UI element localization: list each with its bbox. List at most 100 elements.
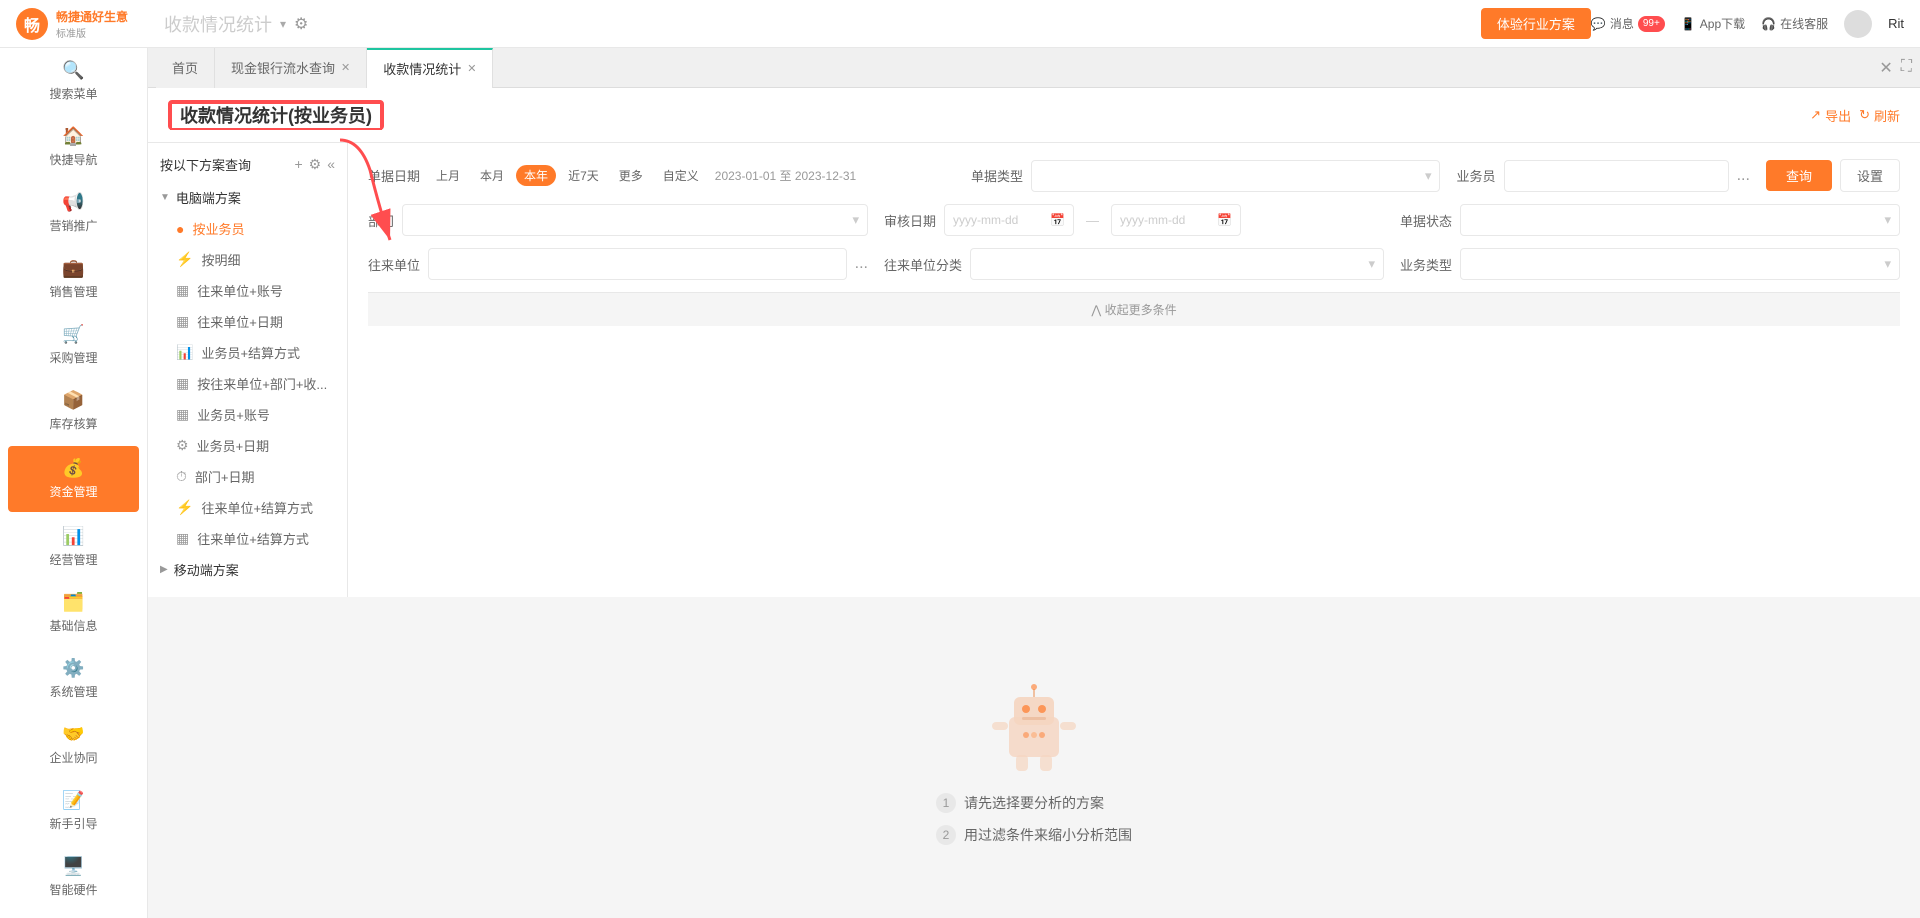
sidebar-item-finance[interactable]: 💰 资金管理 — [8, 446, 139, 512]
scheme-item-unit-dept-collect[interactable]: ▦ 按往来单位+部门+收... — [148, 368, 347, 399]
query-button[interactable]: 查询 — [1766, 160, 1832, 191]
system-icon: ⚙️ — [62, 658, 84, 679]
unit-select[interactable] — [428, 248, 847, 280]
sidebar-item-enterprise[interactable]: 🤝 企业协同 — [0, 712, 147, 778]
sidebar: 🔍 搜索菜单 🏠 快捷导航 📢 营销推广 💼 销售管理 🛒 采购管理 📦 库存核… — [0, 48, 148, 918]
export-button[interactable]: ↗ 导出 — [1810, 106, 1851, 125]
filter-actions: 查询 设置 — [1766, 159, 1900, 192]
date-buttons: 上月 本月 本年 近7天 更多 自定义 — [428, 165, 707, 186]
app-download-btn[interactable]: 📱 App下载 — [1681, 15, 1745, 32]
sidebar-item-hardware[interactable]: 🖥️ 智能硬件 — [0, 844, 147, 910]
scheme-item-salesperson-account[interactable]: ▦ 业务员+账号 — [148, 399, 347, 430]
review-date-to-input[interactable]: yyyy-mm-dd 📅 — [1111, 204, 1241, 236]
scheme-item-salesperson-settle[interactable]: 📊 业务员+结算方式 — [148, 337, 347, 368]
scheme-group-desktop-title[interactable]: ▼ 电脑端方案 — [148, 182, 347, 213]
user-name: Rit — [1888, 16, 1904, 31]
salesperson-account-icon: ▦ — [176, 406, 189, 423]
scheme-item-salesperson-settle-label: 业务员+结算方式 — [201, 343, 300, 362]
sidebar-label-inventory: 库存核算 — [49, 415, 97, 432]
docstatus-select[interactable]: ▾ — [1460, 204, 1900, 236]
sidebar-item-operation[interactable]: 📊 经营管理 — [0, 514, 147, 580]
app-name: 畅捷通好生意 — [56, 8, 128, 25]
sidebar-item-guide[interactable]: 📝 新手引导 — [0, 778, 147, 844]
download-icon: 📱 — [1681, 17, 1696, 31]
calendar-from-icon[interactable]: 📅 — [1050, 213, 1065, 227]
filter-unit-category-field: 往来单位分类 ▾ — [884, 248, 1384, 280]
message-btn[interactable]: 💬 消息 99+ — [1591, 15, 1665, 32]
message-label: 消息 — [1610, 15, 1634, 32]
date-btn-last-month[interactable]: 上月 — [428, 165, 468, 186]
dept-select[interactable]: ▾ — [402, 204, 868, 236]
edition-badge: 标准版 — [56, 25, 128, 40]
date-btn-custom[interactable]: 自定义 — [655, 165, 707, 186]
sidebar-item-purchase[interactable]: 🛒 采购管理 — [0, 312, 147, 378]
date-btn-this-month[interactable]: 本月 — [472, 165, 512, 186]
salesperson-more-icon[interactable]: ... — [1737, 167, 1750, 185]
sidebar-item-basic[interactable]: 🗂️ 基础信息 — [0, 580, 147, 646]
mobile-group-arrow: ▶ — [160, 564, 168, 575]
salesperson-select[interactable] — [1504, 160, 1729, 192]
logo-area: 畅 畅捷通好生意 标准版 — [16, 8, 164, 40]
sidebar-item-system[interactable]: ⚙️ 系统管理 — [0, 646, 147, 712]
scheme-item-salesperson[interactable]: ● 按业务员 — [148, 213, 347, 244]
page-title-box: 收款情况统计(按业务员) — [168, 100, 384, 130]
unit-more-icon[interactable]: ... — [855, 255, 868, 273]
scheme-item-unit-settle1[interactable]: ⚡ 往来单位+结算方式 — [148, 492, 347, 523]
collapse-bar[interactable]: ⋀ 收起更多条件 — [368, 292, 1900, 326]
scheme-item-salesperson-date[interactable]: ⚙ 业务员+日期 — [148, 430, 347, 461]
scheme-item-detail[interactable]: ⚡ 按明细 — [148, 244, 347, 275]
date-separator: — — [1082, 213, 1103, 228]
tab-collection-close[interactable]: ✕ — [467, 62, 476, 75]
filter-unit-field: 往来单位 ... — [368, 248, 868, 280]
scheme-item-dept-date[interactable]: ⏱ 部门+日期 — [148, 461, 347, 492]
user-avatar[interactable] — [1844, 10, 1872, 38]
tab-collection[interactable]: 收款情况统计 ✕ — [367, 48, 493, 88]
setting-button[interactable]: 设置 — [1840, 159, 1900, 192]
date-btn-7days[interactable]: 近7天 — [560, 165, 607, 186]
sidebar-label-purchase: 采购管理 — [49, 349, 97, 366]
tab-close-all-icon[interactable]: ✕ — [1879, 58, 1892, 78]
tab-bank-close[interactable]: ✕ — [341, 61, 350, 74]
tip-item-1: 1 请先选择要分析的方案 — [936, 793, 1132, 813]
scheme-item-unit-settle2[interactable]: ▦ 往来单位+结算方式 — [148, 523, 347, 554]
sidebar-item-wechat[interactable]: 💬 企业微信 — [0, 910, 147, 918]
date-btn-this-year[interactable]: 本年 — [516, 165, 556, 186]
scheme-add-icon[interactable]: + — [294, 156, 302, 173]
review-date-from-input[interactable]: yyyy-mm-dd 📅 — [944, 204, 1074, 236]
scheme-item-unit-date[interactable]: ▦ 往来单位+日期 — [148, 306, 347, 337]
sales-icon: 💼 — [62, 258, 84, 279]
scheme-item-unit-account[interactable]: ▦ 往来单位+账号 — [148, 275, 347, 306]
tab-home[interactable]: 首页 — [156, 48, 215, 88]
scheme-group-mobile-title[interactable]: ▶ 移动端方案 — [148, 554, 347, 585]
search-icon: 🔍 — [62, 60, 84, 81]
sidebar-item-quicknav[interactable]: 🏠 快捷导航 — [0, 114, 147, 180]
sidebar-item-inventory[interactable]: 📦 库存核算 — [0, 378, 147, 444]
filter-row-2: 部门 ▾ 审核日期 yyyy-mm-dd 📅 — [368, 204, 1900, 236]
page-actions: ↗ 导出 ↻ 刷新 — [1810, 106, 1900, 125]
tab-home-label: 首页 — [172, 58, 198, 77]
unit-category-select[interactable]: ▾ — [970, 248, 1384, 280]
filter-docstatus-field: 单据状态 ▾ — [1400, 204, 1900, 236]
sidebar-item-marketing[interactable]: 📢 营销推广 — [0, 180, 147, 246]
online-service-btn[interactable]: 🎧 在线客服 — [1761, 15, 1828, 32]
sidebar-item-search[interactable]: 🔍 搜索菜单 — [0, 48, 147, 114]
refresh-button[interactable]: ↻ 刷新 — [1859, 106, 1900, 125]
doctype-select[interactable]: ▾ — [1031, 160, 1441, 192]
trial-button[interactable]: 体验行业方案 — [1481, 8, 1591, 39]
tab-bank[interactable]: 现金银行流水查询 ✕ — [215, 48, 367, 88]
sidebar-item-sales[interactable]: 💼 销售管理 — [0, 246, 147, 312]
filter-salesperson-field: 业务员 ... — [1456, 160, 1749, 192]
breadcrumb-arrow: ▾ — [280, 17, 286, 31]
sidebar-label-system: 系统管理 — [49, 683, 97, 700]
biztype-select[interactable]: ▾ — [1460, 248, 1900, 280]
tab-maximize-icon[interactable]: ⛶ — [1901, 58, 1912, 78]
scheme-item-unit-account-label: 往来单位+账号 — [197, 281, 283, 300]
settings-icon[interactable]: ⚙ — [294, 14, 308, 34]
scheme-settings-icon[interactable]: ⚙ — [309, 156, 322, 173]
sidebar-label-marketing: 营销推广 — [49, 217, 97, 234]
filter-doctype-field: 单据类型 ▾ — [971, 160, 1441, 192]
scheme-collapse-icon[interactable]: « — [327, 156, 335, 173]
calendar-to-icon[interactable]: 📅 — [1217, 213, 1232, 227]
date-btn-more[interactable]: 更多 — [611, 165, 651, 186]
header-right: 💬 消息 99+ 📱 App下载 🎧 在线客服 Rit — [1591, 10, 1904, 38]
